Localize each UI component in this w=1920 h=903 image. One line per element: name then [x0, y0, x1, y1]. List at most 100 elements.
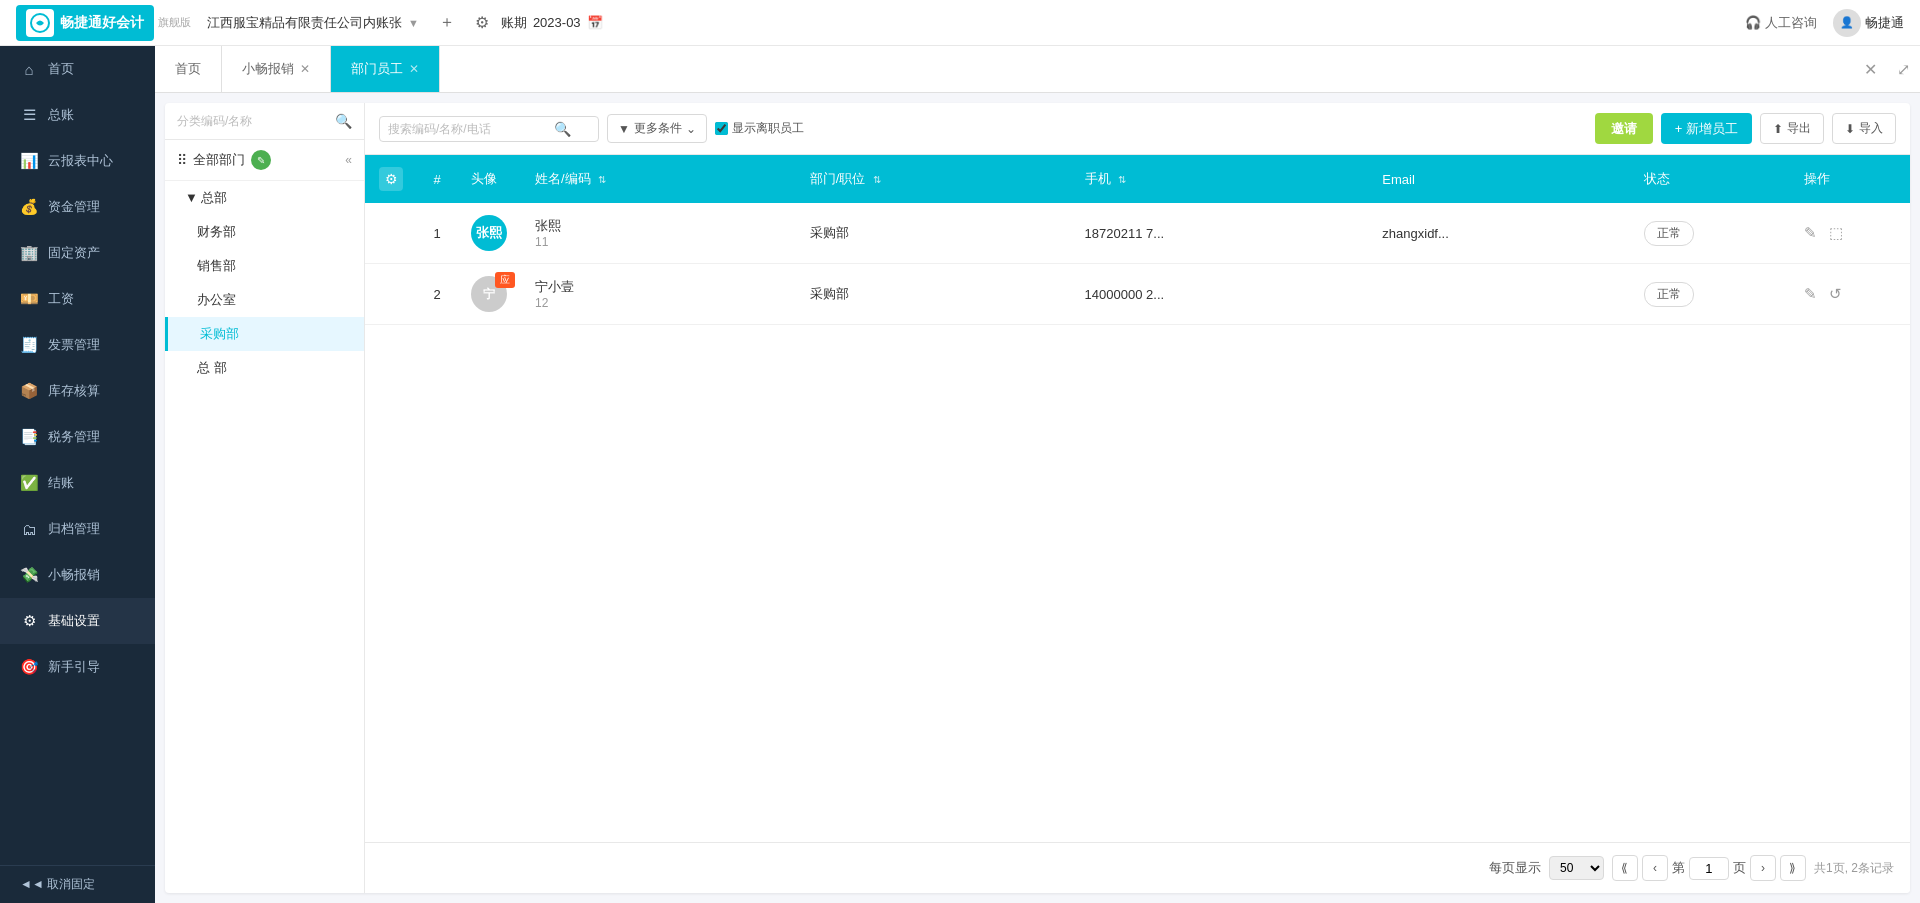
topbar-right: 🎧 人工咨询 👤 畅捷通 — [1745, 9, 1904, 37]
show-resigned-input[interactable] — [715, 122, 728, 135]
import-icon: ⬇ — [1845, 122, 1855, 136]
main-wrap: ⌂ 首页 ☰ 总账 📊 云报表中心 💰 资金管理 🏢 固定资产 💴 工资 🧾 发… — [0, 46, 1920, 903]
dept-search-input[interactable] — [177, 114, 329, 128]
dept-search-bar: 🔍 — [165, 103, 364, 140]
import-button[interactable]: ⬇ 导入 — [1832, 113, 1896, 144]
sidebar-item-archive[interactable]: 🗂 归档管理 — [0, 506, 155, 552]
employee-search-icon[interactable]: 🔍 — [554, 121, 571, 137]
add-button[interactable]: ＋ — [435, 8, 459, 37]
dept-node-office[interactable]: 办公室 — [165, 283, 364, 317]
sidebar-item-closeaccount[interactable]: ✅ 结账 — [0, 460, 155, 506]
invite-button[interactable]: 邀请 — [1595, 113, 1653, 144]
archive-icon: 🗂 — [20, 521, 38, 538]
edit-badge[interactable]: ✎ — [251, 150, 271, 170]
sidebar-item-label: 首页 — [48, 60, 74, 78]
th-settings: ⚙ — [365, 155, 417, 203]
all-dept-header[interactable]: ⠿ 全部部门 ✎ « — [165, 140, 364, 181]
row2-email — [1368, 264, 1630, 325]
sidebar-item-funds[interactable]: 💰 资金管理 — [0, 184, 155, 230]
service-btn[interactable]: 🎧 人工咨询 — [1745, 14, 1817, 32]
sidebar-item-ledger[interactable]: ☰ 总账 — [0, 92, 155, 138]
tab-dept-close[interactable]: ✕ — [409, 62, 419, 76]
row1-name: 张熙 — [535, 217, 782, 235]
company-selector[interactable]: 江西服宝精品有限责任公司内账张 ▼ — [207, 14, 419, 32]
service-label: 人工咨询 — [1765, 14, 1817, 32]
tab-home[interactable]: 首页 — [155, 46, 222, 92]
row1-phone: 18720211 7... — [1071, 203, 1369, 264]
row1-dept: 采购部 — [796, 203, 1071, 264]
filter-label: 更多条件 — [634, 120, 682, 137]
dept-node-finance[interactable]: 财务部 — [165, 215, 364, 249]
reports-icon: 📊 — [20, 152, 38, 170]
last-page-btn[interactable]: ⟫ — [1780, 855, 1806, 881]
sidebar-item-inventory[interactable]: 📦 库存核算 — [0, 368, 155, 414]
row1-exit-icon[interactable]: ⬚ — [1829, 224, 1843, 242]
th-status: 状态 — [1630, 155, 1790, 203]
sidebar-item-home[interactable]: ⌂ 首页 — [0, 46, 155, 92]
pending-tag: 应 — [495, 272, 515, 288]
th-phone[interactable]: 手机 ⇅ — [1071, 155, 1369, 203]
row1-actions: ✎ ⬚ — [1790, 203, 1910, 264]
all-dept-label: 全部部门 — [193, 151, 245, 169]
row2-dept: 采购部 — [796, 264, 1071, 325]
sidebar-item-label: 结账 — [48, 474, 74, 492]
content-area: 首页 小畅报销 ✕ 部门员工 ✕ ✕ ⤢ 🔍 ⠿ — [155, 46, 1920, 903]
dept-search-icon[interactable]: 🔍 — [335, 113, 352, 129]
export-button[interactable]: ⬆ 导出 — [1760, 113, 1824, 144]
collapse-icon: « — [345, 153, 352, 167]
tab-expense-close[interactable]: ✕ — [300, 62, 310, 76]
sidebar-item-assets[interactable]: 🏢 固定资产 — [0, 230, 155, 276]
sidebar-item-expense[interactable]: 💸 小畅报销 — [0, 552, 155, 598]
dept-tree: ▼ 总部 财务部 销售部 办公室 采购部 总 部 — [165, 181, 364, 893]
dept-node-purchase[interactable]: 采购部 — [165, 317, 364, 351]
sidebar-item-guide[interactable]: 🎯 新手引导 — [0, 644, 155, 690]
employee-search-input[interactable] — [388, 122, 548, 136]
th-name-code[interactable]: 姓名/编码 ⇅ — [521, 155, 796, 203]
status-badge-1: 正常 — [1644, 221, 1694, 246]
tab-home-label: 首页 — [175, 60, 201, 78]
phone-sort-icon[interactable]: ⇅ — [1118, 174, 1126, 185]
sidebar-item-salary[interactable]: 💴 工资 — [0, 276, 155, 322]
edition-label: 旗舰版 — [158, 15, 191, 30]
column-settings-icon[interactable]: ⚙ — [379, 167, 403, 191]
sidebar-item-label: 小畅报销 — [48, 566, 100, 584]
row2-edit-icon[interactable]: ✎ — [1804, 285, 1817, 303]
name-sort-icon[interactable]: ⇅ — [598, 174, 606, 185]
page-input[interactable] — [1689, 857, 1729, 880]
more-filter-btn[interactable]: ▼ 更多条件 ⌄ — [607, 114, 707, 143]
dept-node-zongbu[interactable]: ▼ 总部 — [165, 181, 364, 215]
add-employee-button[interactable]: + 新增员工 — [1661, 113, 1752, 144]
sidebar-item-reports[interactable]: 📊 云报表中心 — [0, 138, 155, 184]
period-selector[interactable]: 账期 2023-03 📅 — [501, 14, 603, 32]
sidebar-item-invoice[interactable]: 🧾 发票管理 — [0, 322, 155, 368]
row1-status: 正常 — [1630, 203, 1790, 264]
show-resigned-checkbox[interactable]: 显示离职员工 — [715, 120, 804, 137]
company-dropdown-icon: ▼ — [408, 17, 419, 29]
row1-edit-icon[interactable]: ✎ — [1804, 224, 1817, 242]
sidebar: ⌂ 首页 ☰ 总账 📊 云报表中心 💰 资金管理 🏢 固定资产 💴 工资 🧾 发… — [0, 46, 155, 903]
dept-node-general[interactable]: 总 部 — [165, 351, 364, 385]
user-menu[interactable]: 👤 畅捷通 — [1833, 9, 1904, 37]
tab-dept[interactable]: 部门员工 ✕ — [331, 46, 440, 92]
first-page-btn[interactable]: ⟪ — [1612, 855, 1638, 881]
th-dept[interactable]: 部门/职位 ⇅ — [796, 155, 1071, 203]
row2-delete-icon[interactable]: ↺ — [1829, 285, 1842, 303]
prev-page-btn[interactable]: ‹ — [1642, 855, 1668, 881]
pin-toggle[interactable]: ◄◄ 取消固定 — [0, 865, 155, 903]
dept-sort-icon[interactable]: ⇅ — [873, 174, 881, 185]
sidebar-item-basic[interactable]: ⚙ 基础设置 — [0, 598, 155, 644]
sidebar-item-tax[interactable]: 📑 税务管理 — [0, 414, 155, 460]
next-page-btn[interactable]: › — [1750, 855, 1776, 881]
salary-icon: 💴 — [20, 290, 38, 308]
import-label: 导入 — [1859, 120, 1883, 137]
settings-button[interactable]: ⚙ — [471, 9, 493, 36]
tab-expense[interactable]: 小畅报销 ✕ — [222, 46, 331, 92]
th-email: Email — [1368, 155, 1630, 203]
row1-index: 1 — [417, 203, 457, 264]
topbar: 畅捷通好会计 旗舰版 江西服宝精品有限责任公司内账张 ▼ ＋ ⚙ 账期 2023… — [0, 0, 1920, 46]
tab-expand-btn[interactable]: ⤢ — [1887, 50, 1920, 89]
row2-name: 宁小壹 — [535, 278, 782, 296]
tab-close-btn[interactable]: ✕ — [1854, 50, 1887, 89]
dept-node-sales[interactable]: 销售部 — [165, 249, 364, 283]
per-page-select[interactable]: 50 10 20 100 — [1549, 856, 1604, 880]
